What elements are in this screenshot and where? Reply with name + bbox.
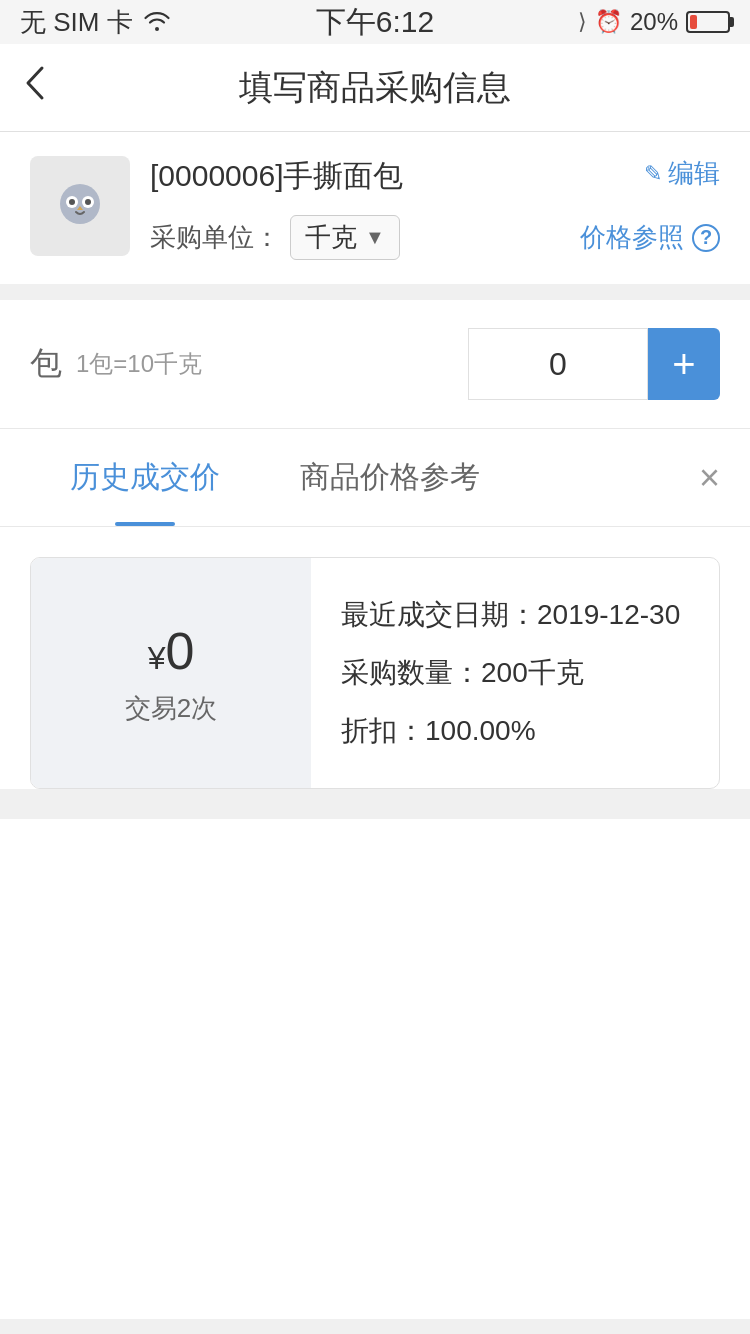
tab-product-price-ref[interactable]: 商品价格参考	[260, 429, 520, 526]
edit-label: 编辑	[668, 156, 720, 191]
svg-point-3	[69, 199, 75, 205]
quantity-row: 包 1包=10千克 0 +	[0, 300, 750, 429]
qty-plus-button[interactable]: +	[648, 328, 720, 400]
discount-value: 100.00%	[425, 715, 536, 746]
history-price-symbol: ¥	[148, 640, 166, 676]
purchase-qty-label: 采购数量：	[341, 657, 481, 688]
tab-history-label: 历史成交价	[70, 460, 220, 493]
nav-bar: 填写商品采购信息	[0, 44, 750, 132]
qty-value: 0	[549, 346, 567, 383]
status-left: 无 SIM 卡	[20, 5, 171, 40]
svg-point-4	[85, 199, 91, 205]
qty-plus-icon: +	[672, 342, 695, 387]
unit-select-value: 千克	[305, 220, 357, 255]
recent-date-value: 2019-12-30	[537, 599, 680, 630]
history-discount-row: 折扣：100.00%	[341, 710, 689, 752]
edit-icon: ✎	[644, 161, 662, 187]
unit-select-arrow-icon: ▼	[365, 226, 385, 249]
status-right: ⟩ ⏰ 20%	[578, 8, 730, 36]
location-icon: ⟩	[578, 9, 587, 35]
product-thumbnail	[30, 156, 130, 256]
tab-history-price[interactable]: 历史成交价	[30, 429, 260, 526]
qty-unit-label: 包	[30, 342, 62, 386]
history-recent-date-row: 最近成交日期：2019-12-30	[341, 594, 689, 636]
product-card: [0000006]手撕面包 ✎ 编辑 采购单位： 千克 ▼ 价格参照	[0, 132, 750, 284]
status-time: 下午6:12	[316, 2, 434, 43]
recent-date-label: 最近成交日期：	[341, 599, 537, 630]
history-price-section: ¥0 交易2次	[31, 558, 311, 788]
back-button[interactable]	[24, 65, 46, 110]
tab-header: 历史成交价 商品价格参考 ×	[0, 429, 750, 527]
wifi-icon	[143, 7, 171, 38]
alarm-icon: ⏰	[595, 9, 622, 35]
tab-panel: 历史成交价 商品价格参考 × ¥0 交易2次 最近成交日期：2019-12-30…	[0, 429, 750, 789]
battery-percent: 20%	[630, 8, 678, 36]
history-purchase-qty-row: 采购数量：200千克	[341, 652, 689, 694]
section-divider	[0, 284, 750, 300]
product-info: [0000006]手撕面包 ✎ 编辑 采购单位： 千克 ▼ 价格参照	[150, 156, 720, 260]
edit-button[interactable]: ✎ 编辑	[644, 156, 720, 191]
history-price-value: ¥0	[148, 621, 195, 681]
qty-controls: 0 +	[468, 328, 720, 400]
discount-label: 折扣：	[341, 715, 425, 746]
price-ref-label: 价格参照	[580, 220, 684, 255]
tab-product-ref-label: 商品价格参考	[300, 460, 480, 493]
price-ref-help-icon: ?	[692, 224, 720, 252]
battery-icon	[686, 11, 730, 33]
unit-select[interactable]: 千克 ▼	[290, 215, 400, 260]
content-area	[0, 819, 750, 1319]
qty-input[interactable]: 0	[468, 328, 648, 400]
unit-label: 采购单位：	[150, 220, 280, 255]
svg-point-0	[60, 184, 100, 224]
history-trade-count: 交易2次	[125, 691, 217, 726]
status-bar: 无 SIM 卡 下午6:12 ⟩ ⏰ 20%	[0, 0, 750, 44]
page-title: 填写商品采购信息	[239, 65, 511, 111]
purchase-qty-value: 200千克	[481, 657, 584, 688]
qty-ratio: 1包=10千克	[76, 348, 202, 380]
history-card: ¥0 交易2次 最近成交日期：2019-12-30 采购数量：200千克 折扣：…	[30, 557, 720, 789]
product-name: [0000006]手撕面包	[150, 156, 644, 197]
carrier-text: 无 SIM 卡	[20, 5, 133, 40]
tab-close-button[interactable]: ×	[699, 460, 720, 496]
history-detail-section: 最近成交日期：2019-12-30 采购数量：200千克 折扣：100.00%	[311, 558, 719, 788]
price-ref-button[interactable]: 价格参照 ?	[580, 220, 720, 255]
